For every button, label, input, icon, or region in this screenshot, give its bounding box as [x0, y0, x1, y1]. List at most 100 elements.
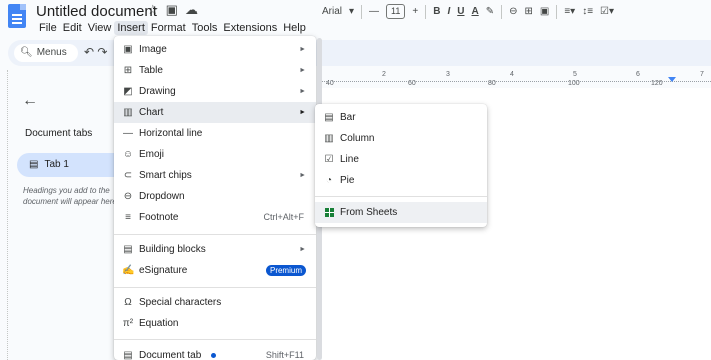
menu-item-horizontal-line[interactable]: — Horizontal line [114, 123, 316, 144]
footnote-icon: ≡ [125, 212, 131, 223]
insert-menu: ▣ Image ► ⊞ Table ► ◩ Drawing ► ▥ Chart … [114, 36, 316, 360]
submenu-arrow-icon: ► [299, 67, 306, 74]
menu-item-label: Special characters [139, 297, 222, 308]
menu-item-footnote[interactable]: ≡ Footnote Ctrl+Alt+F [114, 207, 316, 228]
menu-item-label: Horizontal line [139, 128, 203, 139]
search-icon: 🔍︎ [20, 47, 33, 58]
menu-divider [114, 287, 316, 288]
drawing-icon: ◩ [123, 86, 133, 97]
menu-item-label: Document tab [139, 350, 202, 360]
menu-extensions[interactable]: Extensions [220, 21, 280, 35]
bold-button[interactable]: B [433, 6, 440, 17]
menu-view[interactable]: View [85, 21, 115, 35]
ruler-ticks [322, 78, 711, 82]
table-icon: ⊞ [123, 65, 133, 76]
menu-item-image[interactable]: ▣ Image ► [114, 39, 316, 60]
increase-font-size-button[interactable]: + [412, 6, 418, 17]
menu-item-label: Smart chips [139, 170, 192, 181]
submenu-arrow-icon: ► [299, 46, 306, 53]
decrease-font-size-button[interactable]: — [369, 6, 379, 17]
line-chart-icon: ☑ [324, 154, 334, 165]
submenu-item-label: Pie [340, 175, 355, 186]
indent-marker[interactable] [668, 77, 676, 82]
menu-file[interactable]: File [36, 21, 60, 35]
menu-item-label: Emoji [139, 149, 165, 160]
underline-button[interactable]: U [457, 6, 464, 17]
menu-item-chart[interactable]: ▥ Chart ► [114, 102, 316, 123]
menus-search-button[interactable]: 🔍︎ Menus [14, 44, 78, 62]
menu-item-label: Footnote [139, 212, 179, 223]
insert-image-icon[interactable]: ▣ [540, 6, 549, 17]
submenu-item-pie[interactable]: ◔ Pie [315, 170, 487, 191]
font-family-select[interactable]: Arial [322, 6, 342, 17]
menu-item-drawing[interactable]: ◩ Drawing ► [114, 81, 316, 102]
checklist-icon[interactable]: ☑▾ [600, 6, 614, 17]
menu-item-label: Chart [139, 107, 164, 118]
italic-button[interactable]: I [447, 6, 450, 17]
ruler-label: 4 [510, 71, 514, 78]
menu-item-esignature[interactable]: ✍ eSignature Premium [114, 260, 316, 281]
chevron-down-icon[interactable]: ▾ [349, 6, 354, 17]
image-icon: ▣ [123, 44, 133, 55]
undo-icon[interactable]: ↶ ↷ [84, 45, 107, 59]
document-tabs-panel: ← Document tabs ▤ Tab 1 Headings you add … [8, 70, 127, 360]
menu-tools[interactable]: Tools [189, 21, 221, 35]
menu-item-smart-chips[interactable]: ⊂ Smart chips ► [114, 165, 316, 186]
align-icon[interactable]: ≡▾ [564, 6, 575, 17]
menu-item-special-characters[interactable]: Ω Special characters [114, 292, 316, 313]
chart-submenu: ▤ Bar ▥ Column ☑ Line ◔ Pie From Sheets [315, 104, 487, 227]
menu-item-building-blocks[interactable]: ▤ Building blocks ► [114, 239, 316, 260]
line-spacing-icon[interactable]: ↕≡ [582, 6, 593, 17]
menu-edit[interactable]: Edit [60, 21, 85, 35]
highlight-pen-icon[interactable]: ✎ [486, 6, 494, 17]
document-title[interactable]: Untitled document [36, 3, 157, 20]
menu-item-equation[interactable]: π² Equation [114, 313, 316, 334]
menu-format[interactable]: Format [148, 21, 189, 35]
submenu-item-from-sheets[interactable]: From Sheets [315, 202, 487, 223]
star-icon[interactable]: ☆ [147, 2, 159, 18]
toolbar-divider [556, 4, 558, 19]
cloud-status-icon[interactable]: ☁ [185, 2, 198, 18]
submenu-item-column[interactable]: ▥ Column [315, 128, 487, 149]
tab-item-tab-1[interactable]: ▤ Tab 1 [17, 153, 127, 177]
submenu-item-label: Bar [340, 112, 356, 123]
smart-chips-icon: ⊂ [123, 170, 133, 181]
submenu-arrow-icon: ► [299, 246, 306, 253]
toolbar-divider [501, 4, 503, 19]
menu-insert[interactable]: Insert [114, 21, 148, 35]
horizontal-ruler: 2 3 4 5 6 7 40 60 80 100 120 [322, 70, 711, 88]
comment-icon[interactable]: ⊞ [525, 6, 533, 17]
menu-item-dropdown[interactable]: ⊖ Dropdown [114, 186, 316, 207]
omega-icon: Ω [124, 297, 132, 308]
text-color-button[interactable]: A [471, 6, 478, 17]
menu-divider [114, 339, 316, 340]
toolbar-divider [425, 4, 427, 19]
menu-bar: File Edit View Insert Format Tools Exten… [36, 21, 309, 35]
menu-divider [114, 234, 316, 235]
document-icon: ▤ [29, 159, 39, 170]
menu-item-document-tab[interactable]: ▤ Document tab Shift+F11 [114, 345, 316, 360]
link-icon[interactable]: ⊖ [509, 6, 517, 17]
menu-item-emoji[interactable]: ☺ Emoji [114, 144, 316, 165]
menu-item-table[interactable]: ⊞ Table ► [114, 60, 316, 81]
menu-item-label: Building blocks [139, 244, 206, 255]
ruler-label: 3 [446, 71, 450, 78]
docs-logo-icon[interactable] [8, 4, 26, 28]
submenu-item-bar[interactable]: ▤ Bar [315, 107, 487, 128]
sheets-icon [323, 202, 335, 225]
menu-help[interactable]: Help [280, 21, 309, 35]
emoji-icon: ☺ [122, 149, 134, 160]
move-folder-icon[interactable]: ▣ [166, 2, 178, 18]
submenu-arrow-icon: ► [299, 109, 306, 116]
menu-item-label: Drawing [139, 86, 176, 97]
submenu-item-line[interactable]: ☑ Line [315, 149, 487, 170]
shortcut-hint: Shift+F11 [265, 350, 304, 360]
premium-badge: Premium [265, 265, 306, 276]
vertical-ruler [0, 70, 8, 360]
document-tab-icon: ▤ [123, 350, 133, 360]
back-arrow-icon[interactable]: ← [22, 92, 38, 110]
horizontal-line-icon: — [123, 128, 133, 139]
submenu-item-label: Column [340, 133, 375, 144]
font-size-input[interactable]: 11 [386, 4, 406, 19]
chart-icon: ▥ [123, 107, 133, 118]
